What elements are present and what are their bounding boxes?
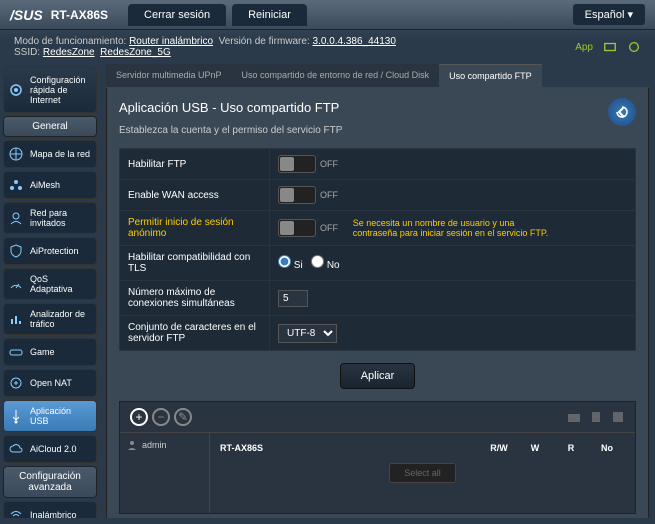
page-icon[interactable] <box>589 410 603 424</box>
panel-desc: Establezca la cuenta y el permiso del se… <box>119 125 636 136</box>
radio-tls-yes[interactable]: Si <box>278 260 303 271</box>
settings-table: Habilitar FTP OFF Enable WAN access OFF … <box>119 148 636 351</box>
label-max-conn: Número máximo de conexiones simultáneas <box>120 281 270 316</box>
label-enable-wan: Enable WAN access <box>120 180 270 211</box>
sidebar-quick-setup[interactable]: Configuración rápida de Internet <box>3 67 97 113</box>
cloud-icon <box>8 441 24 457</box>
language-selector[interactable]: Español ▾ <box>573 4 645 25</box>
brand-logo: /SUS <box>10 7 43 23</box>
radio-tls-no[interactable]: No <box>311 260 340 271</box>
sidebar-game[interactable]: Game <box>3 338 97 366</box>
top-bar: /SUS RT-AX86S Cerrar sesión Reiniciar Es… <box>0 0 655 30</box>
remove-user-button[interactable]: − <box>152 408 170 426</box>
tab-ftp-share[interactable]: Uso compartido FTP <box>439 64 542 87</box>
shield-icon <box>8 243 24 259</box>
label-enable-ftp: Habilitar FTP <box>120 149 270 180</box>
globe-icon <box>8 146 24 162</box>
user-panel: + − ✎ admin <box>119 401 636 514</box>
app-link[interactable]: App <box>575 42 593 53</box>
sidebar-wireless[interactable]: Inalámbrico <box>3 501 97 518</box>
reboot-button[interactable]: Reiniciar <box>232 4 307 26</box>
nat-icon <box>8 375 24 391</box>
sidebar-general-header: General <box>3 116 97 137</box>
usb-icon <box>8 408 24 424</box>
toggle-enable-ftp[interactable] <box>278 155 316 173</box>
user-entry-admin[interactable]: admin <box>126 439 203 451</box>
ssid2-link[interactable]: RedesZone_5G <box>100 47 171 58</box>
add-user-button[interactable]: + <box>130 408 148 426</box>
guest-icon <box>8 210 24 226</box>
model-name: RT-AX86S <box>51 8 108 22</box>
panel-title: Aplicación USB - Uso compartido FTP <box>119 100 636 115</box>
select-charset[interactable]: UTF-8 <box>278 324 337 343</box>
folder-icon[interactable] <box>567 410 581 424</box>
status-icon[interactable] <box>603 40 617 54</box>
input-max-conn[interactable] <box>278 290 308 307</box>
firmware-link[interactable]: 3.0.0.4.386_44130 <box>313 36 396 47</box>
save-icon[interactable] <box>611 410 625 424</box>
back-button[interactable] <box>608 98 636 126</box>
select-all-button[interactable]: Select all <box>389 463 456 483</box>
gamepad-icon <box>8 344 24 360</box>
sidebar-qos[interactable]: QoS Adaptativa <box>3 268 97 300</box>
usb-icon[interactable] <box>627 40 641 54</box>
sidebar-usb-application[interactable]: Aplicación USB <box>3 400 97 432</box>
gear-icon <box>8 82 24 98</box>
mesh-icon <box>8 177 24 193</box>
apply-button[interactable]: Aplicar <box>340 363 416 389</box>
toggle-anonymous[interactable] <box>278 219 316 237</box>
sidebar-guest-network[interactable]: Red para invitados <box>3 202 97 234</box>
tab-network-share[interactable]: Uso compartido de entorno de red / Cloud… <box>232 64 440 87</box>
content-tabs: Servidor multimedia UPnP Uso compartido … <box>106 64 649 88</box>
sidebar-network-map[interactable]: Mapa de la red <box>3 140 97 168</box>
label-anonymous: Permitir inicio de sesión anónimo <box>120 211 270 246</box>
toggle-enable-wan[interactable] <box>278 186 316 204</box>
sidebar-advanced-header: Configuración avanzada <box>3 466 97 498</box>
ftp-panel: Aplicación USB - Uso compartido FTP Esta… <box>106 88 649 518</box>
ssid1-link[interactable]: RedesZone <box>43 47 95 58</box>
info-bar: Modo de funcionamiento: Router inalámbri… <box>0 30 655 64</box>
chart-icon <box>8 311 24 327</box>
sidebar-aimesh[interactable]: AiMesh <box>3 171 97 199</box>
permissions-header: RT-AX86S R/W W R No <box>216 439 629 457</box>
warning-text: Se necesita un nombre de usuario y una c… <box>353 218 553 238</box>
label-charset: Conjunto de caracteres en el servidor FT… <box>120 316 270 351</box>
label-tls: Habilitar compatibilidad con TLS <box>120 246 270 281</box>
user-icon <box>126 439 138 451</box>
wifi-icon <box>8 507 24 518</box>
edit-user-button[interactable]: ✎ <box>174 408 192 426</box>
mode-link[interactable]: Router inalámbrico <box>129 36 213 47</box>
sidebar-aicloud[interactable]: AiCloud 2.0 <box>3 435 97 463</box>
sidebar-open-nat[interactable]: Open NAT <box>3 369 97 397</box>
sidebar-traffic-analyzer[interactable]: Analizador de tráfico <box>3 303 97 335</box>
tab-upnp[interactable]: Servidor multimedia UPnP <box>106 64 232 87</box>
logout-button[interactable]: Cerrar sesión <box>128 4 226 26</box>
sidebar-aiprotection[interactable]: AiProtection <box>3 237 97 265</box>
sidebar: Configuración rápida de Internet General… <box>0 64 100 518</box>
gauge-icon <box>8 276 24 292</box>
